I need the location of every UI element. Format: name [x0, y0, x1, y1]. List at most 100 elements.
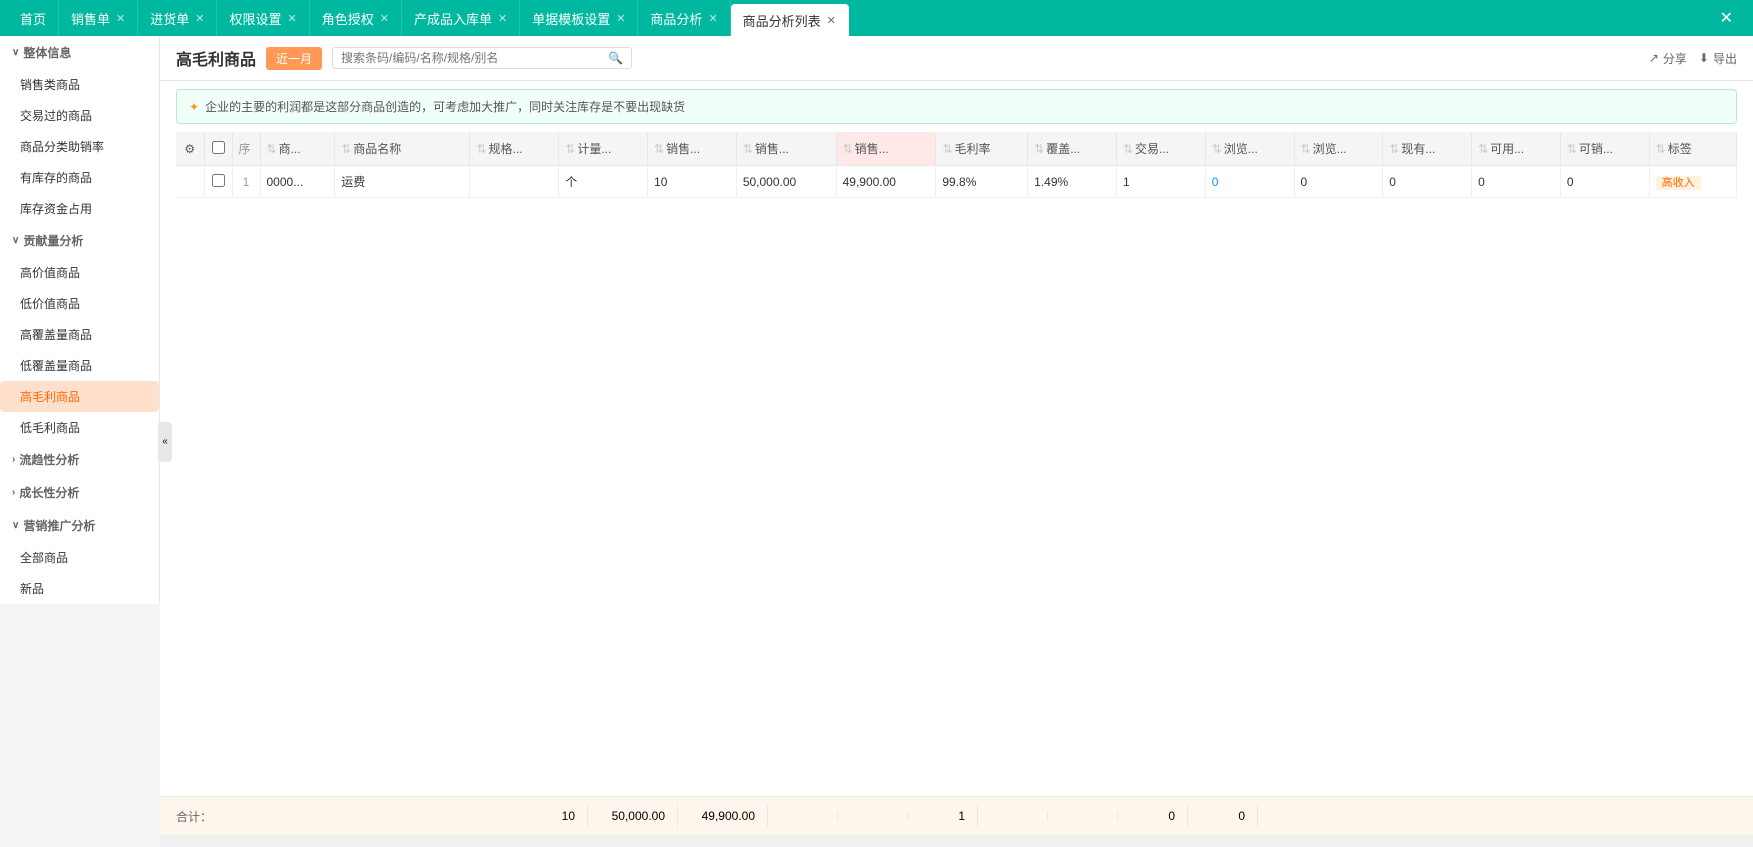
row-unit: 个	[559, 166, 648, 198]
col-sales-amount[interactable]: ⇅ 销售...	[736, 132, 836, 166]
sort-icon: ⇅	[1123, 142, 1133, 156]
info-banner: ✦ 企业的主要的利润都是这部分商品创造的，可考虑加大推广，同时关注库存是不要出现…	[176, 89, 1737, 124]
sidebar-item-high-value[interactable]: 高价值商品	[0, 257, 159, 288]
nav-home[interactable]: 首页	[8, 0, 59, 36]
sort-icon: ⇅	[341, 142, 351, 156]
sort-icon: ⇅	[1567, 142, 1577, 156]
col-coverage[interactable]: ⇅ 覆盖...	[1028, 132, 1117, 166]
close-icon[interactable]: ✕	[498, 12, 507, 25]
col-settings[interactable]: ⚙	[176, 132, 204, 166]
col-browse2[interactable]: ⇅ 浏览...	[1294, 132, 1383, 166]
star-icon: ✦	[189, 100, 199, 114]
close-icon[interactable]: ✕	[116, 12, 125, 25]
sort-icon: ⇅	[1034, 142, 1044, 156]
close-icon[interactable]: ✕	[288, 12, 297, 25]
sidebar-item-stock-capital[interactable]: 库存资金占用	[0, 193, 159, 224]
nav-role[interactable]: 角色授权 ✕	[310, 0, 402, 36]
col-sales-profit[interactable]: ⇅ 销售...	[836, 132, 936, 166]
search-input[interactable]	[341, 51, 604, 65]
row-select-checkbox[interactable]	[212, 174, 225, 187]
nav-purchase[interactable]: 进货单 ✕	[138, 0, 217, 36]
col-name[interactable]: ⇅ 商品名称	[335, 132, 470, 166]
select-all-checkbox[interactable]	[212, 141, 225, 154]
row-sellable: 0	[1560, 166, 1649, 198]
sidebar-item-high-coverage[interactable]: 高覆盖量商品	[0, 319, 159, 350]
row-browse1[interactable]: 0	[1205, 166, 1294, 198]
col-checkbox[interactable]	[204, 132, 232, 166]
horizontal-scrollbar[interactable]	[160, 835, 1753, 847]
close-icon[interactable]: ✕	[616, 12, 625, 25]
sort-icon: ⇅	[1212, 142, 1222, 156]
sidebar-item-high-margin[interactable]: 高毛利商品	[0, 381, 159, 412]
table-body: 1 0000... 运费 个 10 50,000.00 49,900.00 99…	[176, 166, 1737, 198]
row-checkbox[interactable]	[204, 166, 232, 198]
sidebar-section-contribution[interactable]: ∨ 贡献量分析	[0, 224, 159, 257]
window-close-button[interactable]: ✕	[1708, 8, 1745, 28]
close-icon[interactable]: ✕	[827, 14, 836, 27]
sort-icon: ⇅	[1656, 142, 1666, 156]
col-spec[interactable]: ⇅ 规格...	[470, 132, 559, 166]
data-table: ⚙ 序 ⇅ 商...	[176, 132, 1737, 198]
sidebar-item-all-goods[interactable]: 全部商品	[0, 542, 159, 573]
chevron-down-icon: ∨	[12, 520, 19, 531]
col-browse1[interactable]: ⇅ 浏览...	[1205, 132, 1294, 166]
top-nav: 首页 销售单 ✕ 进货单 ✕ 权限设置 ✕ 角色授权 ✕ 产成品入库单 ✕ 单据…	[0, 0, 1753, 36]
col-gross-rate[interactable]: ⇅ 毛利率	[936, 132, 1028, 166]
col-current[interactable]: ⇅ 现有...	[1383, 132, 1472, 166]
footer-browse2	[1048, 812, 1118, 820]
header-actions: ↗ 分享 ⬇ 导出	[1649, 50, 1737, 67]
sort-icon: ⇅	[1478, 142, 1488, 156]
nav-template[interactable]: 单据模板设置 ✕	[520, 0, 638, 36]
main-layout: ∨ 整体信息 销售类商品 交易过的商品 商品分类助销率 有库存的商品 库存资金占…	[0, 36, 1753, 847]
sidebar-section-overall[interactable]: ∨ 整体信息	[0, 36, 159, 69]
row-trade: 1	[1116, 166, 1205, 198]
sidebar-item-stock-goods[interactable]: 有库存的商品	[0, 162, 159, 193]
footer-sales-profit: 49,900.00	[678, 805, 768, 827]
col-available[interactable]: ⇅ 可用...	[1472, 132, 1561, 166]
nav-product-analysis[interactable]: 商品分析 ✕	[638, 0, 730, 36]
col-sellable[interactable]: ⇅ 可销...	[1560, 132, 1649, 166]
footer-empty1	[768, 812, 838, 820]
row-current: 0	[1383, 166, 1472, 198]
table-row: 1 0000... 运费 个 10 50,000.00 49,900.00 99…	[176, 166, 1737, 198]
chevron-down-icon: ∨	[12, 47, 19, 58]
nav-sales[interactable]: 销售单 ✕	[59, 0, 138, 36]
chevron-right-icon: ›	[12, 454, 15, 465]
sidebar-section-marketing[interactable]: ∨ 营销推广分析	[0, 509, 159, 542]
search-box[interactable]: 🔍	[332, 47, 632, 69]
filter-month-button[interactable]: 近一月	[266, 47, 322, 70]
nav-permission[interactable]: 权限设置 ✕	[217, 0, 309, 36]
sidebar-item-category-rate[interactable]: 商品分类助销率	[0, 131, 159, 162]
close-icon[interactable]: ✕	[708, 12, 717, 25]
col-trade[interactable]: ⇅ 交易...	[1116, 132, 1205, 166]
sidebar-item-low-coverage[interactable]: 低覆盖量商品	[0, 350, 159, 381]
export-button[interactable]: ⬇ 导出	[1699, 50, 1737, 67]
table-wrapper: ⚙ 序 ⇅ 商...	[160, 132, 1753, 796]
col-tag[interactable]: ⇅ 标签	[1649, 132, 1736, 166]
sidebar-section-growth[interactable]: › 成长性分析	[0, 476, 159, 509]
sidebar-item-traded-goods[interactable]: 交易过的商品	[0, 100, 159, 131]
sort-icon: ⇅	[476, 142, 486, 156]
sidebar-item-low-value[interactable]: 低价值商品	[0, 288, 159, 319]
sidebar-item-sales-goods[interactable]: 销售类商品	[0, 69, 159, 100]
sidebar-section-trend[interactable]: › 流趋性分析	[0, 443, 159, 476]
col-unit[interactable]: ⇅ 计量...	[559, 132, 648, 166]
col-code[interactable]: ⇅ 商...	[260, 132, 335, 166]
sort-icon: ⇅	[1389, 142, 1399, 156]
share-button[interactable]: ↗ 分享	[1649, 50, 1687, 67]
row-spec	[470, 166, 559, 198]
footer-trade: 1	[908, 805, 978, 827]
row-num: 1	[232, 166, 260, 198]
nav-product-storage[interactable]: 产成品入库单 ✕	[402, 0, 520, 36]
nav-product-analysis-list[interactable]: 商品分析列表 ✕	[731, 4, 849, 36]
close-icon[interactable]: ✕	[380, 12, 389, 25]
col-num: 序	[232, 132, 260, 166]
sidebar-collapse-button[interactable]: «	[158, 422, 172, 462]
close-icon[interactable]: ✕	[195, 12, 204, 25]
sidebar-item-new-goods[interactable]: 新品	[0, 573, 159, 604]
row-sales-qty: 10	[648, 166, 737, 198]
footer-sales-qty: 10	[528, 805, 588, 827]
chevron-right-icon: ›	[12, 487, 15, 498]
col-sales-qty[interactable]: ⇅ 销售...	[648, 132, 737, 166]
sidebar-item-low-margin[interactable]: 低毛利商品	[0, 412, 159, 443]
